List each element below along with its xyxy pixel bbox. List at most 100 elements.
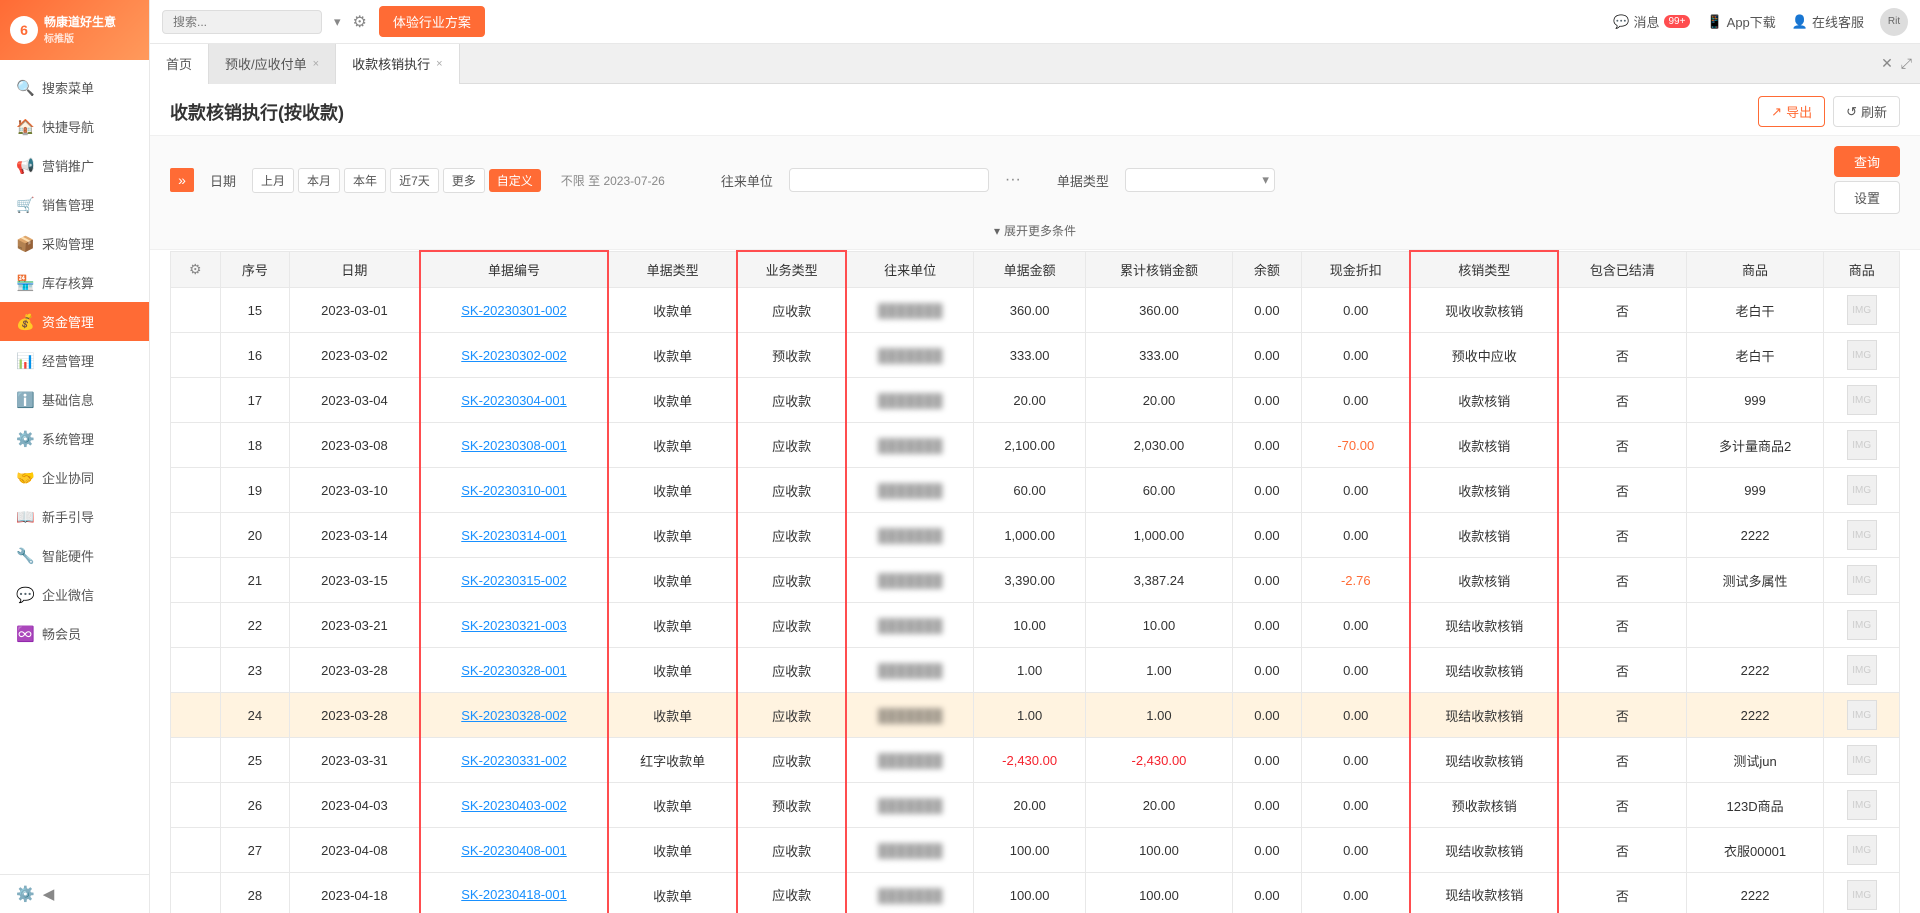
sidebar-item-guide[interactable]: 📖新手引导 xyxy=(0,497,149,536)
cell-doc-amount: 1,000.00 xyxy=(974,513,1086,558)
chevron-down-icon[interactable]: ▾ xyxy=(334,14,341,30)
refresh-icon: ↺ xyxy=(1846,104,1857,120)
export-button[interactable]: ↗ 导出 xyxy=(1758,96,1825,127)
doc-no-link[interactable]: SK-20230403-002 xyxy=(461,798,567,813)
cell-date: 2023-03-31 xyxy=(290,738,420,783)
cell-doc-no[interactable]: SK-20230315-002 xyxy=(420,558,609,603)
sidebar-item-inventory[interactable]: 🏪库存核算 xyxy=(0,263,149,302)
sidebar-item-wechat[interactable]: 💬企业微信 xyxy=(0,575,149,614)
cell-doc-no[interactable]: SK-20230314-001 xyxy=(420,513,609,558)
cell-date: 2023-04-08 xyxy=(290,828,420,873)
purchase-icon: 📦 xyxy=(16,235,34,253)
doc-no-link[interactable]: SK-20230301-002 xyxy=(461,303,567,318)
tab-writeoff[interactable]: 收款核销执行× xyxy=(336,44,459,84)
filter-bar: » 日期 上月 本月 本年 近7天 更多 自定义 不限 至 2023-07-26… xyxy=(150,136,1920,250)
date-this-year[interactable]: 本年 xyxy=(344,168,386,193)
doc-no-link[interactable]: SK-20230331-002 xyxy=(461,753,567,768)
cell-doc-no[interactable]: SK-20230304-001 xyxy=(420,378,609,423)
doc-type-select[interactable] xyxy=(1125,168,1275,192)
settings-icon[interactable]: ⚙️ xyxy=(16,885,35,903)
sidebar-item-finance[interactable]: 💰资金管理 xyxy=(0,302,149,341)
refresh-button[interactable]: ↺ 刷新 xyxy=(1833,96,1900,127)
cell-settings xyxy=(171,603,221,648)
cell-doc-no[interactable]: SK-20230321-003 xyxy=(420,603,609,648)
maximize-icon[interactable]: ⤢ xyxy=(1901,55,1912,72)
cell-settings xyxy=(171,288,221,333)
cell-doc-no[interactable]: SK-20230302-002 xyxy=(420,333,609,378)
cash-discount-value: -70.00 xyxy=(1337,438,1374,453)
doc-no-link[interactable]: SK-20230315-002 xyxy=(461,573,567,588)
cell-goods-img: IMG xyxy=(1824,783,1900,828)
doc-no-link[interactable]: SK-20230328-002 xyxy=(461,708,567,723)
query-button[interactable]: 查询 xyxy=(1834,146,1900,177)
close-all-icon[interactable]: ✕ xyxy=(1881,55,1893,72)
date-more[interactable]: 更多 xyxy=(443,168,485,193)
tab-receivable[interactable]: 预收/应收付单× xyxy=(209,44,336,84)
doc-no-link[interactable]: SK-20230408-001 xyxy=(461,843,567,858)
cell-doc-no[interactable]: SK-20230301-002 xyxy=(420,288,609,333)
doc-no-link[interactable]: SK-20230418-001 xyxy=(461,887,567,902)
doc-no-link[interactable]: SK-20230308-001 xyxy=(461,438,567,453)
table-row: 242023-03-28SK-20230328-002收款单应收款███████… xyxy=(171,693,1900,738)
sidebar-item-sales[interactable]: 🛒销售管理 xyxy=(0,185,149,224)
cell-doc-no[interactable]: SK-20230310-001 xyxy=(420,468,609,513)
dots-icon[interactable]: ··· xyxy=(1005,171,1021,189)
doc-no-link[interactable]: SK-20230304-001 xyxy=(461,393,567,408)
doc-no-link[interactable]: SK-20230314-001 xyxy=(461,528,567,543)
counterparty-value: ███████ xyxy=(878,303,942,318)
sidebar-item-purchase[interactable]: 📦采购管理 xyxy=(0,224,149,263)
app-label: App下载 xyxy=(1727,12,1776,31)
date-custom-btn[interactable]: 自定义 xyxy=(489,169,541,192)
avatar[interactable]: Rit xyxy=(1880,8,1908,36)
cell-doc-no[interactable]: SK-20230328-001 xyxy=(420,648,609,693)
doc-no-link[interactable]: SK-20230328-001 xyxy=(461,663,567,678)
cell-doc-no[interactable]: SK-20230308-001 xyxy=(420,423,609,468)
date-this-month[interactable]: 本月 xyxy=(298,168,340,193)
message-btn[interactable]: 💬 消息 99+ xyxy=(1613,12,1690,31)
cell-writeoff-amount: 1,000.00 xyxy=(1086,513,1232,558)
cell-cash-discount: 0.00 xyxy=(1302,468,1411,513)
expand-conditions-btn[interactable]: ▾ 展开更多条件 xyxy=(994,222,1076,239)
doc-no-link[interactable]: SK-20230310-001 xyxy=(461,483,567,498)
gear-icon[interactable]: ⚙ xyxy=(353,12,367,32)
doc-no-link[interactable]: SK-20230321-003 xyxy=(461,618,567,633)
filter-collapse-btn[interactable]: » xyxy=(170,168,194,192)
counterparty-input[interactable] xyxy=(789,168,989,192)
sidebar-label-marketing: 营销推广 xyxy=(42,156,94,175)
tab-close-writeoff[interactable]: × xyxy=(436,58,442,70)
table-row: 272023-04-08SK-20230408-001收款单应收款███████… xyxy=(171,828,1900,873)
cell-goods: 2222 xyxy=(1686,513,1824,558)
cell-doc-no[interactable]: SK-20230408-001 xyxy=(420,828,609,873)
service-btn[interactable]: 👤 在线客服 xyxy=(1792,12,1864,31)
tab-home[interactable]: 首页 xyxy=(150,44,209,84)
doc-no-link[interactable]: SK-20230302-002 xyxy=(461,348,567,363)
sidebar-item-quicknav[interactable]: 🏠快捷导航 xyxy=(0,107,149,146)
collapse-icon[interactable]: ◀ xyxy=(43,885,55,903)
sidebar-logo: 6 畅康道好生意 标推版 xyxy=(0,0,149,60)
sidebar-item-search[interactable]: 🔍搜索菜单 xyxy=(0,68,149,107)
settings-icon[interactable]: ⚙ xyxy=(189,261,202,277)
cell-biz-type: 应收款 xyxy=(737,468,846,513)
search-input[interactable] xyxy=(162,10,322,34)
sidebar-item-member[interactable]: ♾️畅会员 xyxy=(0,614,149,653)
table-row: 262023-04-03SK-20230403-002收款单预收款███████… xyxy=(171,783,1900,828)
sidebar-item-enterprise[interactable]: 🤝企业协同 xyxy=(0,458,149,497)
cell-doc-no[interactable]: SK-20230331-002 xyxy=(420,738,609,783)
sidebar-item-system[interactable]: ⚙️系统管理 xyxy=(0,419,149,458)
date-prev-month[interactable]: 上月 xyxy=(252,168,294,193)
sidebar-item-operation[interactable]: 📊经营管理 xyxy=(0,341,149,380)
sidebar-item-marketing[interactable]: 📢营销推广 xyxy=(0,146,149,185)
sidebar-item-basic[interactable]: ℹ️基础信息 xyxy=(0,380,149,419)
cell-biz-type: 预收款 xyxy=(737,333,846,378)
industry-btn[interactable]: 体验行业方案 xyxy=(379,6,485,37)
tab-close-receivable[interactable]: × xyxy=(313,58,319,70)
app-download-btn[interactable]: 📱 App下载 xyxy=(1706,12,1775,31)
cell-doc-no[interactable]: SK-20230418-001 xyxy=(420,873,609,913)
sidebar-item-hardware[interactable]: 🔧智能硬件 xyxy=(0,536,149,575)
cell-doc-no[interactable]: SK-20230328-002 xyxy=(420,693,609,738)
cell-doc-no[interactable]: SK-20230403-002 xyxy=(420,783,609,828)
date-7days[interactable]: 近7天 xyxy=(390,168,439,193)
setting-button[interactable]: 设置 xyxy=(1834,181,1900,214)
col-header-counterparty: 往来单位 xyxy=(846,251,973,288)
cell-doc-amount: 60.00 xyxy=(974,468,1086,513)
